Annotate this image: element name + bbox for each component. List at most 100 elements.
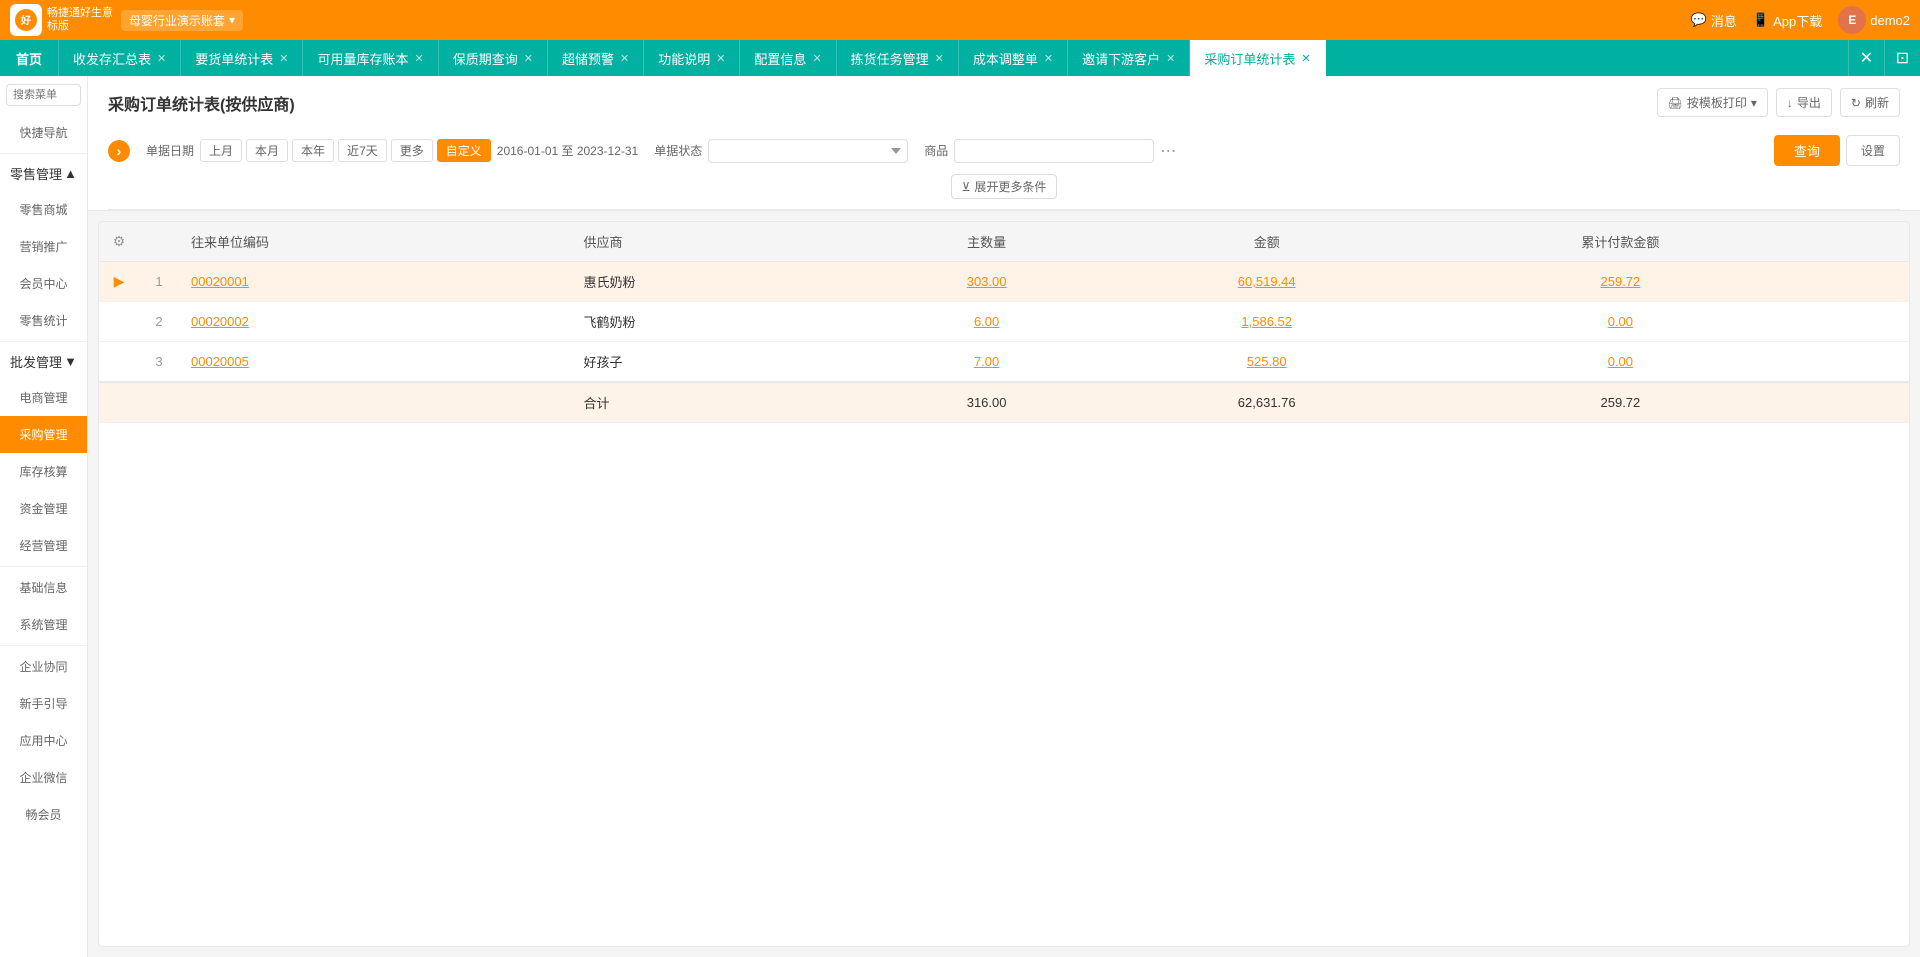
ecommerce-label: 电商管理	[19, 389, 67, 406]
sidebar-search-input[interactable]	[6, 84, 81, 106]
sidebar-item-ops[interactable]: 经营管理	[0, 527, 87, 564]
row1-paid-amount: 259.72	[1424, 262, 1816, 302]
date-this-year-btn[interactable]: 本年	[292, 139, 334, 162]
sidebar-item-wechat[interactable]: 企业微信	[0, 759, 87, 796]
page-actions: 🖨 按模板打印 ▾ ↓ 导出 ↻ 刷新	[1657, 88, 1900, 117]
date-custom-btn[interactable]: 自定义	[437, 139, 491, 162]
sidebar-item-wholesale[interactable]: 批发管理 ▼	[0, 344, 87, 379]
more-fields-icon[interactable]: ⋯	[1160, 141, 1176, 161]
date-this-month-btn[interactable]: 本月	[246, 139, 288, 162]
chevron-up-icon: ▲	[64, 166, 77, 181]
sidebar-item-vip[interactable]: 畅会员	[0, 796, 87, 833]
expand-row-icon[interactable]: ▶	[114, 273, 125, 289]
sidebar-item-retail-shop[interactable]: 零售商城	[0, 191, 87, 228]
tab-caigou[interactable]: 采购订单统计表 ✕	[1190, 40, 1325, 76]
sidebar-item-member[interactable]: 会员中心	[0, 265, 87, 302]
row2-amount: 1,586.52	[1109, 302, 1424, 342]
footer-amount: 62,631.76	[1109, 382, 1424, 423]
date-label: 单据日期	[146, 142, 194, 159]
sidebar-item-finance[interactable]: 资金管理	[0, 490, 87, 527]
close-tab-4[interactable]: ✕	[524, 52, 533, 65]
tab-home[interactable]: 首页	[0, 40, 59, 76]
tab-gongneng[interactable]: 功能说明 ✕	[644, 40, 740, 76]
sidebar-item-appstore[interactable]: 应用中心	[0, 722, 87, 759]
footer-col1	[99, 382, 139, 423]
retail-mgmt-label: 零售管理	[10, 164, 62, 183]
sidebar-item-retail-stat[interactable]: 零售统计	[0, 302, 87, 339]
message-icon: 💬	[1691, 12, 1707, 28]
tab-chaochuyuji[interactable]: 超储预警 ✕	[548, 40, 644, 76]
settings-btn[interactable]: 设置	[1846, 135, 1900, 166]
sidebar-item-purchase[interactable]: 采购管理	[0, 416, 87, 453]
goods-label: 商品	[924, 142, 948, 159]
tab-yaohuo[interactable]: 要货单统计表 ✕	[181, 40, 303, 76]
sidebar-divider-3	[0, 566, 87, 567]
tab-peizhi[interactable]: 配置信息 ✕	[740, 40, 836, 76]
row2-supplier: 飞鹤奶粉	[571, 302, 863, 342]
date-7days-btn[interactable]: 近7天	[338, 139, 387, 162]
app-download-btn[interactable]: 📱 App下载	[1753, 11, 1822, 30]
expand-conditions-btn[interactable]: ⊻ 展开更多条件	[951, 174, 1058, 199]
row1-main-qty: 303.00	[864, 262, 1109, 302]
tab-peihuorenwu[interactable]: 拣货任务管理 ✕	[837, 40, 959, 76]
tab-yaoqing[interactable]: 邀请下游客户 ✕	[1068, 40, 1190, 76]
footer-col3	[179, 382, 571, 423]
close-tab-8[interactable]: ✕	[935, 52, 944, 65]
close-tab-2[interactable]: ✕	[279, 52, 288, 65]
user-avatar: E	[1838, 6, 1866, 34]
sidebar-item-corp[interactable]: 企业协同	[0, 648, 87, 685]
tab-shoufahuiyi[interactable]: 收发存汇总表 ✕	[59, 40, 181, 76]
row2-extra	[1817, 302, 1909, 342]
purchase-label: 采购管理	[19, 426, 67, 443]
sidebar-item-marketing[interactable]: 营销推广	[0, 228, 87, 265]
tab-chengben[interactable]: 成本调整单 ✕	[959, 40, 1068, 76]
filter-area: › 单据日期 上月 本月 本年 近7天 更多 自定义 2016-01-01 至 …	[108, 127, 1900, 210]
row2-expand	[99, 302, 139, 342]
tab-close-all-btn[interactable]: ✕	[1848, 40, 1884, 76]
sidebar-item-retail-mgmt[interactable]: 零售管理 ▲	[0, 156, 87, 191]
tab-maximize-btn[interactable]: ⊡	[1884, 40, 1920, 76]
sidebar-item-ecommerce[interactable]: 电商管理	[0, 379, 87, 416]
date-more-btn[interactable]: 更多	[391, 139, 433, 162]
close-tab-6[interactable]: ✕	[716, 52, 725, 65]
col-unit-code: 往来单位编码	[179, 222, 571, 262]
export-btn[interactable]: ↓ 导出	[1776, 88, 1832, 117]
close-tab-3[interactable]: ✕	[415, 52, 424, 65]
col-paid-amount: 累计付款金额	[1424, 222, 1816, 262]
status-label: 单据状态	[654, 142, 702, 159]
close-tab-7[interactable]: ✕	[812, 52, 821, 65]
message-btn[interactable]: 💬 消息	[1691, 11, 1737, 30]
close-tab-11[interactable]: ✕	[1301, 52, 1310, 65]
column-settings-icon[interactable]: ⚙	[113, 233, 126, 249]
sidebar-item-basic[interactable]: 基础信息	[0, 569, 87, 606]
search-btn[interactable]: 查询	[1774, 135, 1840, 166]
table-footer: 合计 316.00 62,631.76 259.72	[99, 382, 1909, 423]
footer-col2	[139, 382, 179, 423]
status-select[interactable]	[708, 139, 908, 163]
sidebar-item-newbie[interactable]: 新手引导	[0, 685, 87, 722]
table-row: 2 00020002 飞鹤奶粉 6.00 1,586.52 0.00	[99, 302, 1909, 342]
close-tab-10[interactable]: ✕	[1166, 52, 1175, 65]
table-header-row: ⚙ 往来单位编码 供应商 主数量 金额	[99, 222, 1909, 262]
row1-unit-code: 00020001	[179, 262, 571, 302]
user-area[interactable]: E demo2	[1838, 6, 1910, 34]
goods-input[interactable]	[954, 139, 1154, 163]
close-tab-1[interactable]: ✕	[157, 52, 166, 65]
date-prev-month-btn[interactable]: 上月	[200, 139, 242, 162]
sidebar-item-quick-nav[interactable]: 快捷导航	[0, 114, 87, 151]
system-label: 系统管理	[19, 616, 67, 633]
row1-num: 1	[139, 262, 179, 302]
account-selector[interactable]: 母婴行业演示账套 ▾	[121, 10, 243, 31]
tab-baoxiaoqi[interactable]: 保质期查询 ✕	[439, 40, 548, 76]
close-tab-9[interactable]: ✕	[1044, 52, 1053, 65]
sidebar-item-system[interactable]: 系统管理	[0, 606, 87, 643]
sidebar-item-inventory[interactable]: 库存核算	[0, 453, 87, 490]
row3-supplier: 好孩子	[571, 342, 863, 383]
filter-toggle-btn[interactable]: ›	[108, 140, 130, 162]
tab-keyongliang[interactable]: 可用量库存账本 ✕	[303, 40, 438, 76]
table-body: ▶ 1 00020001 惠氏奶粉 303.00 60,519.44	[99, 262, 1909, 383]
close-tab-5[interactable]: ✕	[620, 52, 629, 65]
template-print-btn[interactable]: 🖨 按模板打印 ▾	[1657, 88, 1768, 117]
top-bar-left: 好 畅捷通好生意 标版 母婴行业演示账套 ▾	[10, 4, 243, 36]
refresh-btn[interactable]: ↻ 刷新	[1840, 88, 1900, 117]
